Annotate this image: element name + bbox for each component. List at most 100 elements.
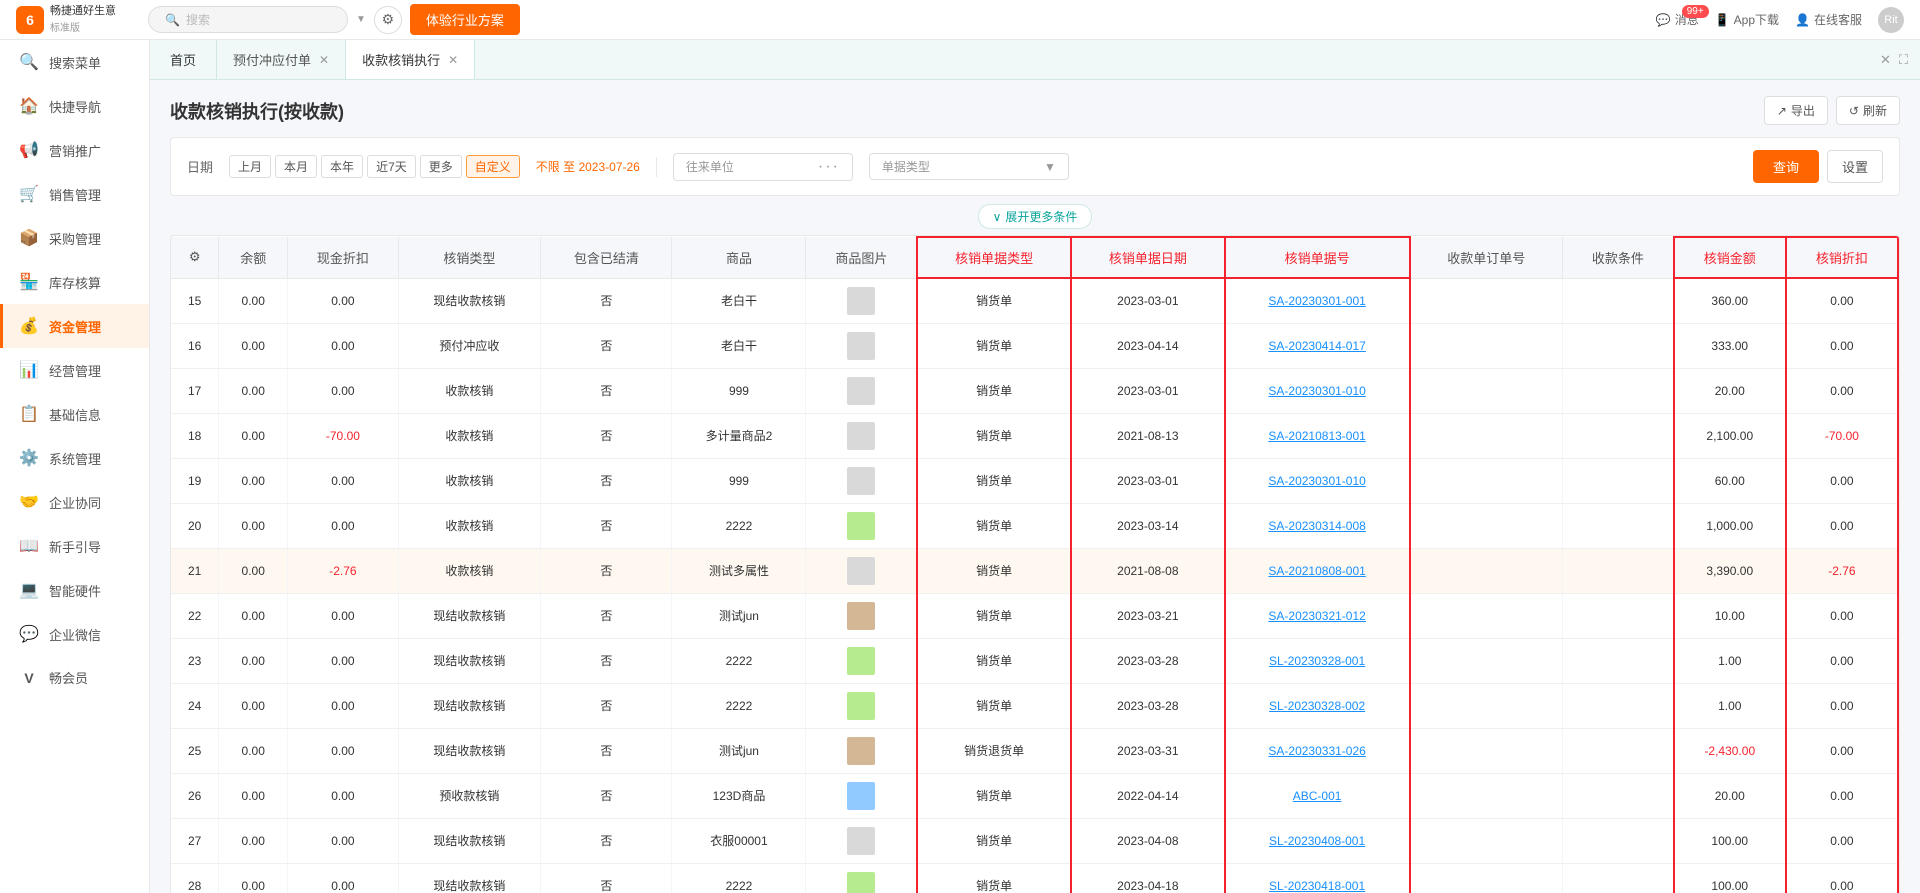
- unit-filter[interactable]: 往来单位 ···: [673, 153, 853, 181]
- date-btn-7days[interactable]: 近7天: [367, 155, 416, 178]
- tab-prepay-close[interactable]: ✕: [319, 53, 329, 67]
- cell-goods: 2222: [672, 503, 806, 548]
- cell-discount: -2.76: [288, 548, 399, 593]
- cell-bill-type: 销货单: [917, 548, 1071, 593]
- expand-more-button[interactable]: ∨ 展开更多条件: [978, 204, 1093, 229]
- cell-bill-no[interactable]: SA-20230301-001: [1225, 278, 1410, 323]
- cell-amount: -2,430.00: [1674, 728, 1786, 773]
- sidebar-item-search[interactable]: 🔍 搜索菜单: [0, 40, 149, 84]
- cell-bill-date: 2021-08-13: [1071, 413, 1225, 458]
- tab-prepay[interactable]: 预付冲应付单 ✕: [217, 40, 346, 79]
- th-settings[interactable]: ⚙: [171, 237, 219, 278]
- table-row: 18 0.00 -70.00 收款核销 否 多计量商品2 销货单 2021-08…: [171, 413, 1898, 458]
- sidebar-item-enterprise[interactable]: 🤝 企业协同: [0, 480, 149, 524]
- cell-bill-no[interactable]: ABC-001: [1225, 773, 1410, 818]
- window-expand-icon[interactable]: ⛶: [1899, 52, 1908, 68]
- sidebar-item-quicknav[interactable]: 🏠 快捷导航: [0, 84, 149, 128]
- cell-included: 否: [541, 278, 672, 323]
- sidebar: 🔍 搜索菜单 🏠 快捷导航 📢 营销推广 🛒 销售管理 📦 采购管理 🏪 库存核…: [0, 40, 150, 893]
- cell-bill-no[interactable]: SA-20230331-026: [1225, 728, 1410, 773]
- sidebar-item-label: 库存核算: [49, 273, 101, 292]
- dropdown-arrow-icon[interactable]: ▼: [356, 14, 366, 25]
- sidebar-item-label: 经营管理: [49, 361, 101, 380]
- date-btn-this-year[interactable]: 本年: [321, 155, 363, 178]
- sidebar-item-hardware[interactable]: 💻 智能硬件: [0, 568, 149, 612]
- th-balance: 余额: [219, 237, 288, 278]
- table-row: 28 0.00 0.00 现结收款核销 否 2222 销货单 2023-04-1…: [171, 863, 1898, 893]
- sidebar-item-marketing[interactable]: 📢 营销推广: [0, 128, 149, 172]
- sidebar-item-sales[interactable]: 🛒 销售管理: [0, 172, 149, 216]
- tab-home[interactable]: 首页: [150, 40, 217, 79]
- cell-condition: [1562, 593, 1673, 638]
- cell-img: [806, 683, 917, 728]
- search-box-top[interactable]: 🔍 搜索: [148, 6, 348, 33]
- cell-bill-type: 销货单: [917, 458, 1071, 503]
- cell-bill-no[interactable]: SA-20210813-001: [1225, 413, 1410, 458]
- sidebar-item-inventory[interactable]: 🏪 库存核算: [0, 260, 149, 304]
- cell-bill-no[interactable]: SA-20230314-008: [1225, 503, 1410, 548]
- cell-balance: 0.00: [219, 503, 288, 548]
- cell-discount: 0.00: [288, 728, 399, 773]
- app-download[interactable]: 📱 App下载: [1715, 11, 1779, 28]
- guide-icon: 📖: [19, 536, 39, 556]
- cell-id: 18: [171, 413, 219, 458]
- export-label: 导出: [1791, 102, 1815, 119]
- hardware-icon: 💻: [19, 580, 39, 600]
- date-btn-this-month[interactable]: 本月: [275, 155, 317, 178]
- cell-bill-no[interactable]: SL-20230328-002: [1225, 683, 1410, 728]
- expand-more-label: 展开更多条件: [1005, 208, 1077, 225]
- refresh-button[interactable]: ↺ 刷新: [1836, 96, 1900, 125]
- date-btn-last-month[interactable]: 上月: [229, 155, 271, 178]
- sidebar-item-purchase[interactable]: 📦 采购管理: [0, 216, 149, 260]
- sidebar-item-operations[interactable]: 📊 经营管理: [0, 348, 149, 392]
- cell-order-no: [1410, 413, 1563, 458]
- sidebar-item-member[interactable]: V 畅会员: [0, 656, 149, 699]
- cell-write-off-discount: 0.00: [1786, 278, 1898, 323]
- th-goods: 商品: [672, 237, 806, 278]
- sidebar-item-label: 系统管理: [49, 449, 101, 468]
- sidebar-item-wechat[interactable]: 💬 企业微信: [0, 612, 149, 656]
- th-bill-date: 核销单据日期: [1071, 237, 1225, 278]
- page-header: 收款核销执行(按收款) ↗ 导出 ↺ 刷新: [170, 96, 1900, 125]
- date-btn-more[interactable]: 更多: [420, 155, 462, 178]
- message-icon-wrapper[interactable]: 💬 消息 99+: [1656, 11, 1699, 28]
- sidebar-item-label: 智能硬件: [49, 581, 101, 600]
- th-bill-type: 核销单据类型: [917, 237, 1071, 278]
- sidebar-item-system[interactable]: ⚙️ 系统管理: [0, 436, 149, 480]
- settings-button[interactable]: 设置: [1827, 150, 1883, 183]
- cell-id: 26: [171, 773, 219, 818]
- sidebar-item-basicinfo[interactable]: 📋 基础信息: [0, 392, 149, 436]
- gear-button[interactable]: ⚙: [374, 6, 402, 34]
- query-button[interactable]: 查询: [1753, 150, 1819, 183]
- cell-discount: 0.00: [288, 278, 399, 323]
- cell-bill-no[interactable]: SA-20230321-012: [1225, 593, 1410, 638]
- cell-bill-no[interactable]: SA-20230414-017: [1225, 323, 1410, 368]
- sidebar-item-guide[interactable]: 📖 新手引导: [0, 524, 149, 568]
- service-icon: 👤: [1795, 13, 1810, 27]
- cell-order-no: [1410, 773, 1563, 818]
- cell-order-no: [1410, 548, 1563, 593]
- tab-collection[interactable]: 收款核销执行 ✕: [346, 40, 475, 79]
- online-service[interactable]: 👤 在线客服: [1795, 11, 1862, 28]
- export-button[interactable]: ↗ 导出: [1764, 96, 1828, 125]
- date-btn-custom[interactable]: 自定义: [466, 155, 520, 178]
- cell-amount: 1,000.00: [1674, 503, 1786, 548]
- cell-goods: 2222: [672, 683, 806, 728]
- sidebar-item-finance[interactable]: 💰 资金管理: [0, 304, 149, 348]
- cell-bill-date: 2023-03-28: [1071, 683, 1225, 728]
- cell-bill-no[interactable]: SA-20230301-010: [1225, 368, 1410, 413]
- type-filter[interactable]: 单据类型 ▼: [869, 153, 1069, 180]
- tab-collection-close[interactable]: ✕: [448, 53, 458, 67]
- avatar[interactable]: Rit: [1878, 7, 1904, 33]
- cell-discount: 0.00: [288, 503, 399, 548]
- cell-bill-no[interactable]: SL-20230328-001: [1225, 638, 1410, 683]
- cell-bill-no[interactable]: SL-20230408-001: [1225, 818, 1410, 863]
- window-close-icon[interactable]: ✕: [1880, 52, 1891, 68]
- cell-type: 现结收款核销: [398, 683, 541, 728]
- cell-bill-no[interactable]: SL-20230418-001: [1225, 863, 1410, 893]
- cell-condition: [1562, 683, 1673, 728]
- industry-btn[interactable]: 体验行业方案: [410, 4, 520, 35]
- cell-bill-no[interactable]: SA-20210808-001: [1225, 548, 1410, 593]
- cell-bill-no[interactable]: SA-20230301-010: [1225, 458, 1410, 503]
- table-row: 25 0.00 0.00 现结收款核销 否 测试jun 销货退货单 2023-0…: [171, 728, 1898, 773]
